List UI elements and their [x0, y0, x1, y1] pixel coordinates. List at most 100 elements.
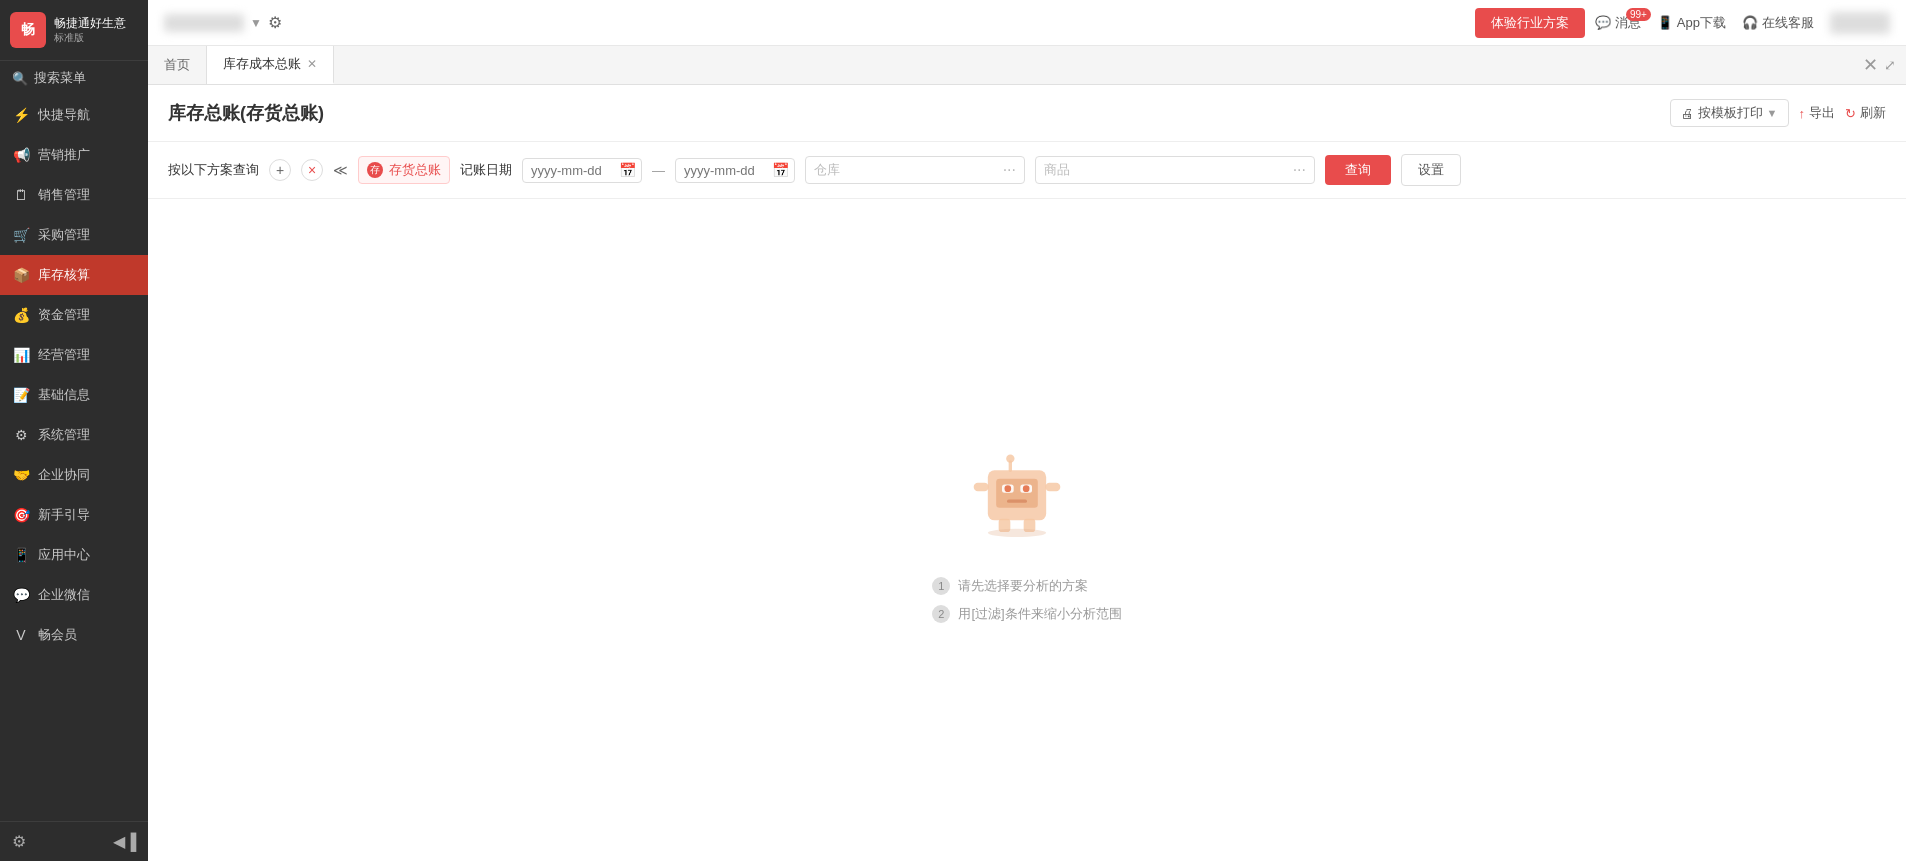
main-content: 1 请先选择要分析的方案 2 用[过滤]条件来缩小分析范围 [148, 199, 1906, 861]
operation-icon: 📊 [12, 346, 30, 364]
date-start-wrapper: 📅 [522, 158, 642, 183]
sidebar-item-marketing[interactable]: 📢 营销推广 [0, 135, 148, 175]
gear-icon[interactable]: ⚙ [268, 13, 282, 32]
sidebar-item-sales[interactable]: 🗒 销售管理 [0, 175, 148, 215]
empty-hints: 1 请先选择要分析的方案 2 用[过滤]条件来缩小分析范围 [932, 577, 1121, 623]
date-separator: — [652, 163, 665, 178]
main-area: ▼ ⚙ 体验行业方案 💬 消息 99+ 📱 App下载 🎧 在线客服 首页 [148, 0, 1906, 861]
sidebar-logo: 畅 畅捷通好生意 标准版 [0, 0, 148, 61]
print-dropdown-icon: ▼ [1767, 107, 1778, 119]
collapse-sidebar-icon[interactable]: ◀▐ [113, 832, 136, 851]
sidebar-item-basic[interactable]: 📝 基础信息 [0, 375, 148, 415]
sidebar-navigation: ⚡ 快捷导航 📢 营销推广 🗒 销售管理 🛒 采购管理 📦 库存核算 💰 资金管… [0, 95, 148, 821]
message-badge: 99+ [1626, 8, 1651, 21]
sidebar-item-vip[interactable]: V 畅会员 [0, 615, 148, 655]
hint-item-1: 1 请先选择要分析的方案 [932, 577, 1121, 595]
filter-collapse-btn[interactable]: ≪ [333, 162, 348, 178]
cooperation-icon: 🤝 [12, 466, 30, 484]
filter-add-btn[interactable]: + [269, 159, 291, 181]
user-avatar [1830, 12, 1890, 34]
filter-remove-btn[interactable]: × [301, 159, 323, 181]
print-icon: 🖨 [1681, 106, 1694, 121]
phone-icon: 📱 [1657, 15, 1673, 30]
tab-home[interactable]: 首页 [148, 46, 207, 84]
topbar: ▼ ⚙ 体验行业方案 💬 消息 99+ 📱 App下载 🎧 在线客服 [148, 0, 1906, 46]
sidebar-search[interactable]: 🔍 搜索菜单 [0, 61, 148, 95]
settings-btn[interactable]: 设置 [1401, 154, 1461, 186]
finance-icon: 💰 [12, 306, 30, 324]
sidebar-item-quick-nav[interactable]: ⚡ 快捷导航 [0, 95, 148, 135]
online-service-btn[interactable]: 🎧 在线客服 [1742, 14, 1814, 32]
refresh-icon: ↻ [1845, 106, 1856, 121]
date-end-wrapper: 📅 [675, 158, 795, 183]
svg-point-12 [1006, 455, 1014, 463]
sidebar-item-newbie[interactable]: 🎯 新手引导 [0, 495, 148, 535]
hint-text-2: 用[过滤]条件来缩小分析范围 [958, 605, 1121, 623]
tab-close-icon[interactable]: ✕ [307, 57, 317, 71]
app-name: 畅捷通好生意 标准版 [54, 16, 126, 45]
goods-more-icon: ··· [1293, 161, 1306, 179]
topbar-breadcrumb: ▼ ⚙ [164, 13, 1465, 32]
sidebar-item-app-center[interactable]: 📱 应用中心 [0, 535, 148, 575]
query-btn[interactable]: 查询 [1325, 155, 1391, 185]
sidebar-item-inventory[interactable]: 📦 库存核算 [0, 255, 148, 295]
warehouse-field[interactable]: 仓库 ··· [805, 156, 1025, 184]
expand-icon[interactable]: ⤢ [1884, 57, 1896, 73]
close-panel-icon[interactable]: ✕ [1863, 54, 1878, 76]
message-icon: 💬 [1595, 15, 1611, 30]
sidebar-footer: ⚙ ◀▐ [0, 821, 148, 861]
page-header-actions: 🖨 按模板打印 ▼ ↑ 导出 ↻ 刷新 [1670, 99, 1886, 141]
settings-footer-icon[interactable]: ⚙ [12, 832, 26, 851]
sidebar-item-system[interactable]: ⚙ 系统管理 [0, 415, 148, 455]
sidebar-item-cooperation[interactable]: 🤝 企业协同 [0, 455, 148, 495]
filter-area: 按以下方案查询 + × ≪ 存 存货总账 记账日期 📅 — 📅 [148, 142, 1906, 199]
filter-label: 按以下方案查询 [168, 161, 259, 179]
sidebar-item-operation[interactable]: 📊 经营管理 [0, 335, 148, 375]
inventory-icon: 📦 [12, 266, 30, 284]
scheme-label: 存货总账 [389, 161, 441, 179]
calendar-start-icon: 📅 [619, 162, 636, 178]
headset-icon: 🎧 [1742, 15, 1758, 30]
newbie-icon: 🎯 [12, 506, 30, 524]
content-wrapper: 库存总账(存货总账) 🖨 按模板打印 ▼ ↑ 导出 ↻ 刷新 [148, 85, 1906, 861]
empty-state: 1 请先选择要分析的方案 2 用[过滤]条件来缩小分析范围 [932, 437, 1121, 623]
svg-rect-1 [996, 479, 1038, 508]
date-range-label: 记账日期 [460, 161, 512, 179]
system-icon: ⚙ [12, 426, 30, 444]
topbar-right: 💬 消息 99+ 📱 App下载 🎧 在线客服 [1595, 12, 1890, 34]
goods-field[interactable]: 商品 ··· [1035, 156, 1315, 184]
sidebar-item-wechat[interactable]: 💬 企业微信 [0, 575, 148, 615]
marketing-icon: 📢 [12, 146, 30, 164]
svg-rect-10 [1045, 483, 1060, 491]
svg-point-4 [1004, 485, 1011, 492]
page-header: 库存总账(存货总账) 🖨 按模板打印 ▼ ↑ 导出 ↻ 刷新 [148, 85, 1906, 142]
warehouse-more-icon: ··· [1003, 161, 1016, 179]
breadcrumb-blurred [164, 14, 244, 32]
svg-rect-9 [974, 483, 989, 491]
export-icon: ↑ [1799, 106, 1806, 121]
refresh-btn[interactable]: ↻ 刷新 [1845, 104, 1886, 122]
tab-inventory-ledger[interactable]: 库存成本总账 ✕ [207, 46, 334, 84]
app-download-btn[interactable]: 📱 App下载 [1657, 14, 1726, 32]
print-btn[interactable]: 🖨 按模板打印 ▼ [1670, 99, 1789, 127]
purchase-icon: 🛒 [12, 226, 30, 244]
sidebar-item-finance[interactable]: 💰 资金管理 [0, 295, 148, 335]
vip-icon: V [12, 626, 30, 644]
basic-icon: 📝 [12, 386, 30, 404]
calendar-end-icon: 📅 [772, 162, 789, 178]
message-btn[interactable]: 💬 消息 99+ [1595, 14, 1641, 32]
industry-btn[interactable]: 体验行业方案 [1475, 8, 1585, 38]
content: 库存总账(存货总账) 🖨 按模板打印 ▼ ↑ 导出 ↻ 刷新 [148, 85, 1906, 861]
sidebar-item-purchase[interactable]: 🛒 采购管理 [0, 215, 148, 255]
hint-item-2: 2 用[过滤]条件来缩小分析范围 [932, 605, 1121, 623]
page-title: 库存总账(存货总账) [168, 101, 324, 139]
export-btn[interactable]: ↑ 导出 [1799, 104, 1836, 122]
wechat-icon: 💬 [12, 586, 30, 604]
hint-text-1: 请先选择要分析的方案 [958, 577, 1088, 595]
search-icon: 🔍 [12, 71, 28, 86]
app-center-icon: 📱 [12, 546, 30, 564]
scheme-item[interactable]: 存 存货总账 [358, 156, 450, 184]
svg-point-5 [1023, 485, 1030, 492]
goods-label: 商品 [1044, 161, 1070, 179]
tabbar: 首页 库存成本总账 ✕ ✕ ⤢ [148, 46, 1906, 85]
